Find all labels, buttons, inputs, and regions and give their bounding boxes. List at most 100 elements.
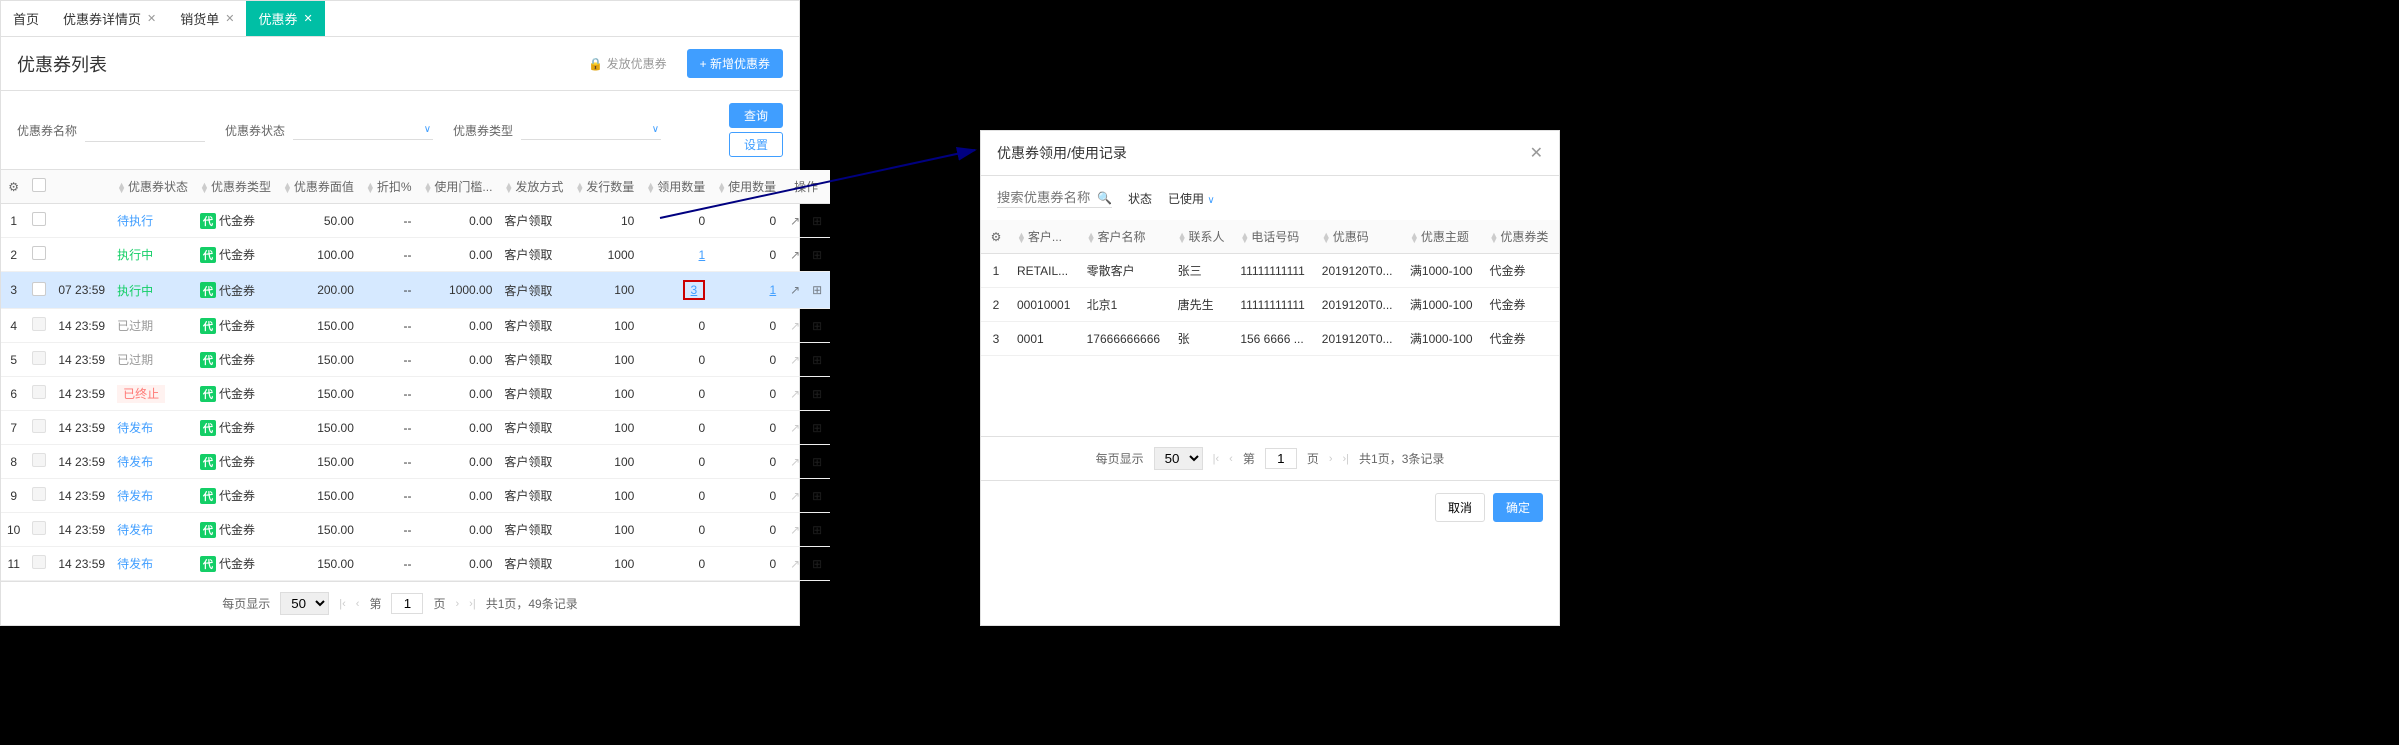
- row-checkbox[interactable]: [32, 419, 46, 433]
- table-row[interactable]: 3 0001 17666666666 张 156 6666 ... 201912…: [981, 322, 1559, 356]
- next-page-icon[interactable]: ›: [456, 598, 460, 610]
- usage-table: ⚙ ▲▼客户... ▲▼客户名称 ▲▼联系人 ▲▼电话号码 ▲▼优惠码 ▲▼优惠…: [981, 220, 1559, 356]
- qr-icon[interactable]: ⊞: [810, 489, 824, 503]
- modal-per-page-select[interactable]: 50: [1154, 447, 1203, 470]
- table-row[interactable]: 1 RETAIL... 零散客户 张三 11111111111 2019120T…: [981, 254, 1559, 288]
- modal-page-input[interactable]: [1265, 448, 1297, 469]
- use-link[interactable]: 1: [769, 283, 776, 297]
- select-all-checkbox[interactable]: [32, 178, 46, 192]
- first-page-icon[interactable]: |‹: [339, 598, 346, 610]
- qr-icon[interactable]: ⊞: [810, 214, 824, 228]
- qr-icon[interactable]: ⊞: [810, 353, 824, 367]
- next-page-icon[interactable]: ›: [1329, 453, 1333, 465]
- distribute-button[interactable]: 🔒 发放优惠券: [576, 50, 678, 77]
- qr-icon[interactable]: ⊞: [810, 557, 824, 571]
- last-page-icon[interactable]: ›|: [469, 598, 476, 610]
- filter-name-input[interactable]: [85, 118, 205, 142]
- cancel-button[interactable]: 取消: [1435, 493, 1485, 522]
- prev-page-icon[interactable]: ‹: [1229, 453, 1233, 465]
- row-checkbox[interactable]: [32, 351, 46, 365]
- qr-icon[interactable]: ⊞: [810, 319, 824, 333]
- share-icon[interactable]: ↗: [788, 214, 802, 228]
- col-type[interactable]: 优惠券类型: [211, 180, 271, 194]
- table-row[interactable]: 11 14 23:59 待发布 代代金券 150.00 -- 0.00 客户领取…: [1, 547, 830, 581]
- col-contact[interactable]: 联系人: [1189, 230, 1225, 244]
- settings-button[interactable]: 设置: [729, 132, 783, 157]
- table-row[interactable]: 2 执行中 代代金券 100.00 -- 0.00 客户领取 1000 1 0 …: [1, 238, 830, 272]
- col-method[interactable]: 发放方式: [515, 180, 563, 194]
- table-row[interactable]: 8 14 23:59 待发布 代代金券 150.00 -- 0.00 客户领取 …: [1, 445, 830, 479]
- row-checkbox[interactable]: [32, 317, 46, 331]
- tab[interactable]: 优惠券详情页✕: [51, 1, 168, 36]
- filter-status-label: 优惠券状态: [225, 122, 285, 139]
- col-phone[interactable]: 电话号码: [1251, 230, 1299, 244]
- share-icon[interactable]: ↗: [788, 248, 802, 262]
- filter-type-select[interactable]: ∨: [521, 120, 661, 140]
- row-checkbox[interactable]: [32, 521, 46, 535]
- qr-icon[interactable]: ⊞: [810, 523, 824, 537]
- close-icon[interactable]: ✕: [225, 12, 234, 25]
- row-checkbox[interactable]: [32, 385, 46, 399]
- col-issue[interactable]: 发行数量: [586, 180, 634, 194]
- search-input[interactable]: 🔍: [997, 188, 1112, 208]
- row-checkbox[interactable]: [32, 212, 46, 226]
- claim-link[interactable]: 1: [699, 248, 706, 262]
- prev-page-icon[interactable]: ‹: [356, 598, 360, 610]
- col-subject[interactable]: 优惠主题: [1421, 230, 1469, 244]
- confirm-button[interactable]: 确定: [1493, 493, 1543, 522]
- filter-status-select[interactable]: ∨: [293, 120, 433, 140]
- last-page-icon[interactable]: ›|: [1343, 453, 1350, 465]
- coupon-type-icon: 代: [200, 213, 216, 229]
- first-page-icon[interactable]: |‹: [1213, 453, 1220, 465]
- row-checkbox[interactable]: [32, 487, 46, 501]
- per-page-select[interactable]: 50: [280, 592, 329, 615]
- col-type[interactable]: 优惠券类: [1500, 230, 1548, 244]
- qr-icon[interactable]: ⊞: [810, 248, 824, 262]
- share-icon[interactable]: ↗: [788, 283, 802, 297]
- table-row[interactable]: 9 14 23:59 待发布 代代金券 150.00 -- 0.00 客户领取 …: [1, 479, 830, 513]
- table-row[interactable]: 2 00010001 北京1 唐先生 11111111111 2019120T0…: [981, 288, 1559, 322]
- status-select[interactable]: 已使用 ∨: [1168, 190, 1288, 207]
- qr-icon[interactable]: ⊞: [810, 387, 824, 401]
- row-checkbox[interactable]: [32, 282, 46, 296]
- table-row[interactable]: 10 14 23:59 待发布 代代金券 150.00 -- 0.00 客户领取…: [1, 513, 830, 547]
- col-cust-name[interactable]: 客户名称: [1098, 230, 1146, 244]
- share-icon: ↗: [788, 455, 802, 469]
- qr-icon[interactable]: ⊞: [810, 455, 824, 469]
- table-row[interactable]: 5 14 23:59 已过期 代代金券 150.00 -- 0.00 客户领取 …: [1, 343, 830, 377]
- claim-link[interactable]: 3: [691, 283, 698, 297]
- col-face[interactable]: 优惠券面值: [294, 180, 354, 194]
- table-row[interactable]: 7 14 23:59 待发布 代代金券 150.00 -- 0.00 客户领取 …: [1, 411, 830, 445]
- tab[interactable]: 首页: [1, 1, 51, 36]
- search-icon[interactable]: 🔍: [1097, 191, 1112, 205]
- col-discount[interactable]: 折扣%: [377, 180, 412, 194]
- gear-icon[interactable]: ⚙: [8, 180, 19, 194]
- tab[interactable]: 优惠券✕: [246, 1, 324, 36]
- close-icon[interactable]: ✕: [147, 12, 156, 25]
- status-badge: 执行中: [117, 248, 153, 262]
- qr-icon[interactable]: ⊞: [810, 283, 824, 297]
- row-checkbox[interactable]: [32, 246, 46, 260]
- share-icon: ↗: [788, 353, 802, 367]
- col-code[interactable]: 优惠码: [1333, 230, 1369, 244]
- table-row[interactable]: 4 14 23:59 已过期 代代金券 150.00 -- 0.00 客户领取 …: [1, 309, 830, 343]
- close-icon[interactable]: ✕: [1530, 143, 1543, 163]
- table-row[interactable]: 3 07 23:59 执行中 代代金券 200.00 -- 1000.00 客户…: [1, 272, 830, 309]
- col-cust-no[interactable]: 客户...: [1028, 230, 1062, 244]
- col-status[interactable]: 优惠券状态: [128, 180, 188, 194]
- col-threshold[interactable]: 使用门槛...: [434, 180, 492, 194]
- col-claim[interactable]: 领用数量: [657, 180, 705, 194]
- close-icon[interactable]: ✕: [304, 12, 313, 25]
- table-row[interactable]: 1 待执行 代代金券 50.00 -- 0.00 客户领取 10 0 0 ↗ ⊞: [1, 204, 830, 238]
- tab[interactable]: 销货单✕: [168, 1, 246, 36]
- query-button[interactable]: 查询: [729, 103, 783, 128]
- page-input[interactable]: [391, 593, 423, 614]
- row-checkbox[interactable]: [32, 555, 46, 569]
- coupon-type-icon: 代: [200, 318, 216, 334]
- col-use[interactable]: 使用数量: [728, 180, 776, 194]
- gear-icon[interactable]: ⚙: [991, 230, 1002, 244]
- qr-icon[interactable]: ⊞: [810, 421, 824, 435]
- add-coupon-button[interactable]: + 新增优惠券: [687, 49, 783, 78]
- row-checkbox[interactable]: [32, 453, 46, 467]
- table-row[interactable]: 6 14 23:59 已终止 代代金券 150.00 -- 0.00 客户领取 …: [1, 377, 830, 411]
